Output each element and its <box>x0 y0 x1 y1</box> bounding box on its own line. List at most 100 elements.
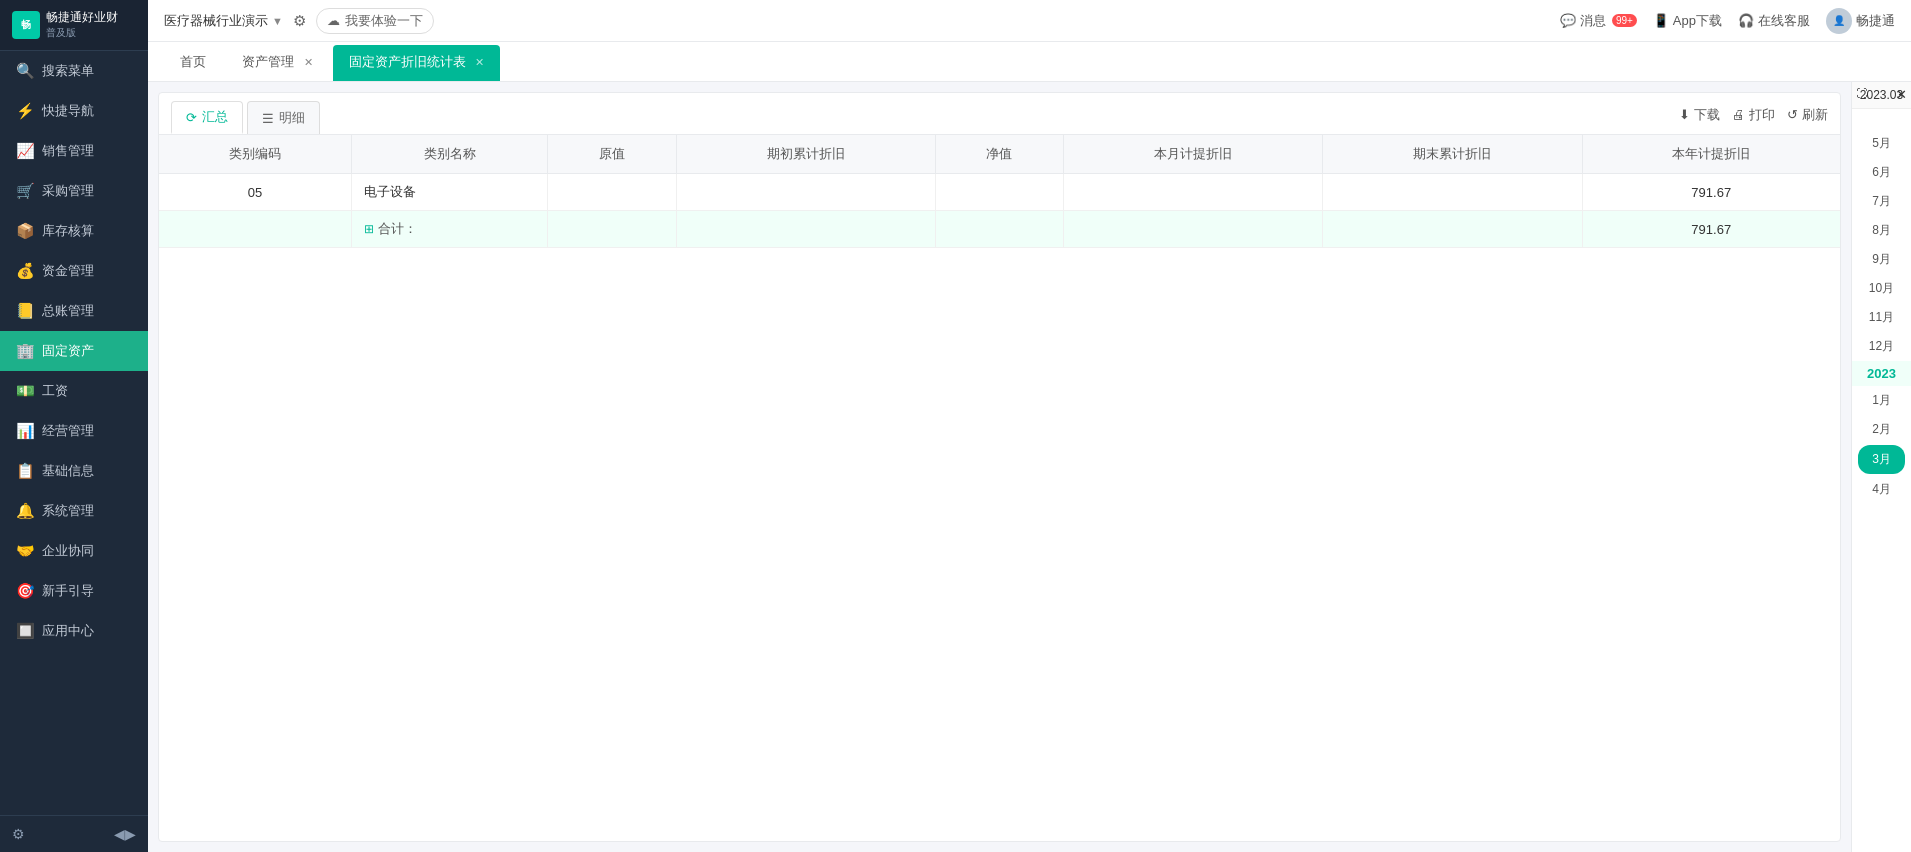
company-name: 医疗器械行业演示 <box>164 12 268 30</box>
sidebar-item-payroll[interactable]: 💵 工资 <box>0 371 148 411</box>
date-month-11[interactable]: 11月 <box>1852 303 1911 332</box>
date-month-2[interactable]: 2月 <box>1852 415 1911 444</box>
topbar-right: 💬 消息 99+ 📱 App下载 🎧 在线客服 👤 畅捷通 <box>1560 8 1895 34</box>
summary-opening-acc <box>676 211 935 248</box>
download-icon: 📱 <box>1653 13 1669 28</box>
close-date-panel-icon[interactable]: ✕ <box>1896 87 1907 102</box>
settings-bottom-icon[interactable]: ⚙ <box>12 826 25 842</box>
date-month-12[interactable]: 12月 <box>1852 332 1911 361</box>
col-net-value: 净值 <box>935 135 1063 174</box>
tab-home[interactable]: 首页 <box>164 45 222 81</box>
message-btn[interactable]: 💬 消息 99+ <box>1560 12 1637 30</box>
date-month-8[interactable]: 8月 <box>1852 216 1911 245</box>
date-year-2023: 2023 <box>1852 361 1911 386</box>
sidebar-item-quick-nav[interactable]: ⚡ 快捷导航 <box>0 91 148 131</box>
summary-label-cell: ⊞ 合计： <box>352 211 548 248</box>
system-icon: 🔔 <box>16 502 34 520</box>
experience-btn[interactable]: ☁ 我要体验一下 <box>316 8 434 34</box>
sub-tabs-left: ⟳ 汇总 ☰ 明细 <box>171 101 324 134</box>
topbar: 医疗器械行业演示 ▼ ⚙ ☁ 我要体验一下 💬 消息 99+ 📱 App下载 🎧… <box>148 0 1911 42</box>
download-btn[interactable]: ⬇ 下载 <box>1679 106 1720 124</box>
user-avatar: 👤 <box>1826 8 1852 34</box>
summary-expand-icon[interactable]: ⊞ <box>364 222 374 236</box>
sidebar-item-search[interactable]: 🔍 搜索菜单 <box>0 51 148 91</box>
sidebar-item-fixed-assets[interactable]: 🏢 固定资产 <box>0 331 148 371</box>
date-month-5[interactable]: 5月 <box>1852 129 1911 158</box>
sidebar-item-inventory[interactable]: 📦 库存核算 <box>0 211 148 251</box>
purchase-icon: 🛒 <box>16 182 34 200</box>
date-month-9[interactable]: 9月 <box>1852 245 1911 274</box>
sidebar-item-beginner[interactable]: 🎯 新手引导 <box>0 571 148 611</box>
content-area: ⟳ 汇总 ☰ 明细 ⬇ 下载 🖨 打印 <box>148 82 1911 852</box>
summary-code-cell <box>159 211 352 248</box>
cell-annual: 791.67 <box>1582 174 1840 211</box>
sub-tabs-bar: ⟳ 汇总 ☰ 明细 ⬇ 下载 🖨 打印 <box>159 93 1840 135</box>
summary-annual: 791.67 <box>1582 211 1840 248</box>
company-selector[interactable]: 医疗器械行业演示 ▼ <box>164 12 283 30</box>
sidebar-item-funds[interactable]: 💰 资金管理 <box>0 251 148 291</box>
sidebar-item-operations[interactable]: 📊 经营管理 <box>0 411 148 451</box>
date-panel-header: ⛶ 2023.03 ✕ <box>1852 82 1911 109</box>
date-month-6[interactable]: 6月 <box>1852 158 1911 187</box>
notification-badge: 99+ <box>1612 14 1637 27</box>
summary-tab-label: 汇总 <box>202 108 228 126</box>
date-month-7[interactable]: 7月 <box>1852 187 1911 216</box>
sidebar-item-app-center[interactable]: 🔲 应用中心 <box>0 611 148 651</box>
cell-opening-acc <box>676 174 935 211</box>
topbar-settings-icon[interactable]: ⚙ <box>293 12 306 30</box>
sidebar: 畅 畅捷通好业财 普及版 🔍 搜索菜单 ⚡ 快捷导航 📈 销售管理 🛒 采购管理… <box>0 0 148 852</box>
tab-depreciation[interactable]: 固定资产折旧统计表 ✕ <box>333 45 501 81</box>
app-download-label: App下载 <box>1673 12 1722 30</box>
user-menu[interactable]: 👤 畅捷通 <box>1826 8 1895 34</box>
sub-tab-detail[interactable]: ☰ 明细 <box>247 101 320 134</box>
detail-tab-icon: ☰ <box>262 111 274 126</box>
search-icon: 🔍 <box>16 62 34 80</box>
app-center-icon: 🔲 <box>16 622 34 640</box>
print-btn[interactable]: 🖨 打印 <box>1732 106 1775 124</box>
user-label: 畅捷通 <box>1856 12 1895 30</box>
col-code: 类别编码 <box>159 135 352 174</box>
date-panel: ⛶ 2023.03 ✕ 5月 6月 7月 8月 9月 10月 11月 12月 2… <box>1851 82 1911 852</box>
sub-tab-summary[interactable]: ⟳ 汇总 <box>171 101 243 134</box>
customer-service-btn[interactable]: 🎧 在线客服 <box>1738 12 1810 30</box>
cell-code: 05 <box>159 174 352 211</box>
expand-icon[interactable]: ⛶ <box>1856 87 1867 99</box>
app-download-btn[interactable]: 📱 App下载 <box>1653 12 1722 30</box>
funds-icon: 💰 <box>16 262 34 280</box>
col-original: 原值 <box>548 135 676 174</box>
sidebar-logo: 畅 畅捷通好业财 普及版 <box>0 0 148 51</box>
summary-net-value <box>935 211 1063 248</box>
sidebar-item-system[interactable]: 🔔 系统管理 <box>0 491 148 531</box>
sidebar-item-sales[interactable]: 📈 销售管理 <box>0 131 148 171</box>
sales-icon: 📈 <box>16 142 34 160</box>
tab-asset-mgmt-close[interactable]: ✕ <box>304 56 313 68</box>
refresh-btn[interactable]: ↺ 刷新 <box>1787 106 1828 124</box>
sidebar-nav: 🔍 搜索菜单 ⚡ 快捷导航 📈 销售管理 🛒 采购管理 📦 库存核算 💰 资金管… <box>0 51 148 815</box>
content-main: ⟳ 汇总 ☰ 明细 ⬇ 下载 🖨 打印 <box>158 92 1841 842</box>
cell-monthly <box>1064 174 1323 211</box>
sidebar-item-basic-info[interactable]: 📋 基础信息 <box>0 451 148 491</box>
date-month-1[interactable]: 1月 <box>1852 386 1911 415</box>
ledger-icon: 📒 <box>16 302 34 320</box>
sidebar-item-enterprise[interactable]: 🤝 企业协同 <box>0 531 148 571</box>
sub-tabs-right: ⬇ 下载 🖨 打印 ↺ 刷新 <box>1679 106 1828 130</box>
tab-asset-mgmt[interactable]: 资产管理 ✕ <box>226 45 329 81</box>
sidebar-item-purchase[interactable]: 🛒 采购管理 <box>0 171 148 211</box>
payroll-icon: 💵 <box>16 382 34 400</box>
tabs-bar: 首页 资产管理 ✕ 固定资产折旧统计表 ✕ <box>148 42 1911 82</box>
message-label: 消息 <box>1580 12 1606 30</box>
date-month-4[interactable]: 4月 <box>1852 475 1911 504</box>
sidebar-item-ledger[interactable]: 📒 总账管理 <box>0 291 148 331</box>
tab-depreciation-close[interactable]: ✕ <box>475 56 484 68</box>
col-closing-acc: 期末累计折旧 <box>1323 135 1582 174</box>
basic-info-icon: 📋 <box>16 462 34 480</box>
main-area: 医疗器械行业演示 ▼ ⚙ ☁ 我要体验一下 💬 消息 99+ 📱 App下载 🎧… <box>148 0 1911 852</box>
experience-label: 我要体验一下 <box>345 12 423 30</box>
download-icon: ⬇ <box>1679 107 1690 122</box>
date-month-10[interactable]: 10月 <box>1852 274 1911 303</box>
table-container: 类别编码 类别名称 原值 期初累计折旧 净值 本月计提折旧 期末累计折旧 本年计… <box>159 135 1840 841</box>
collapse-icon[interactable]: ◀▶ <box>114 826 136 842</box>
date-month-3-current[interactable]: 3月 <box>1858 445 1905 474</box>
date-panel-scroll: 5月 6月 7月 8月 9月 10月 11月 12月 2023 1月 2月 3月… <box>1852 109 1911 852</box>
fixed-assets-icon: 🏢 <box>16 342 34 360</box>
